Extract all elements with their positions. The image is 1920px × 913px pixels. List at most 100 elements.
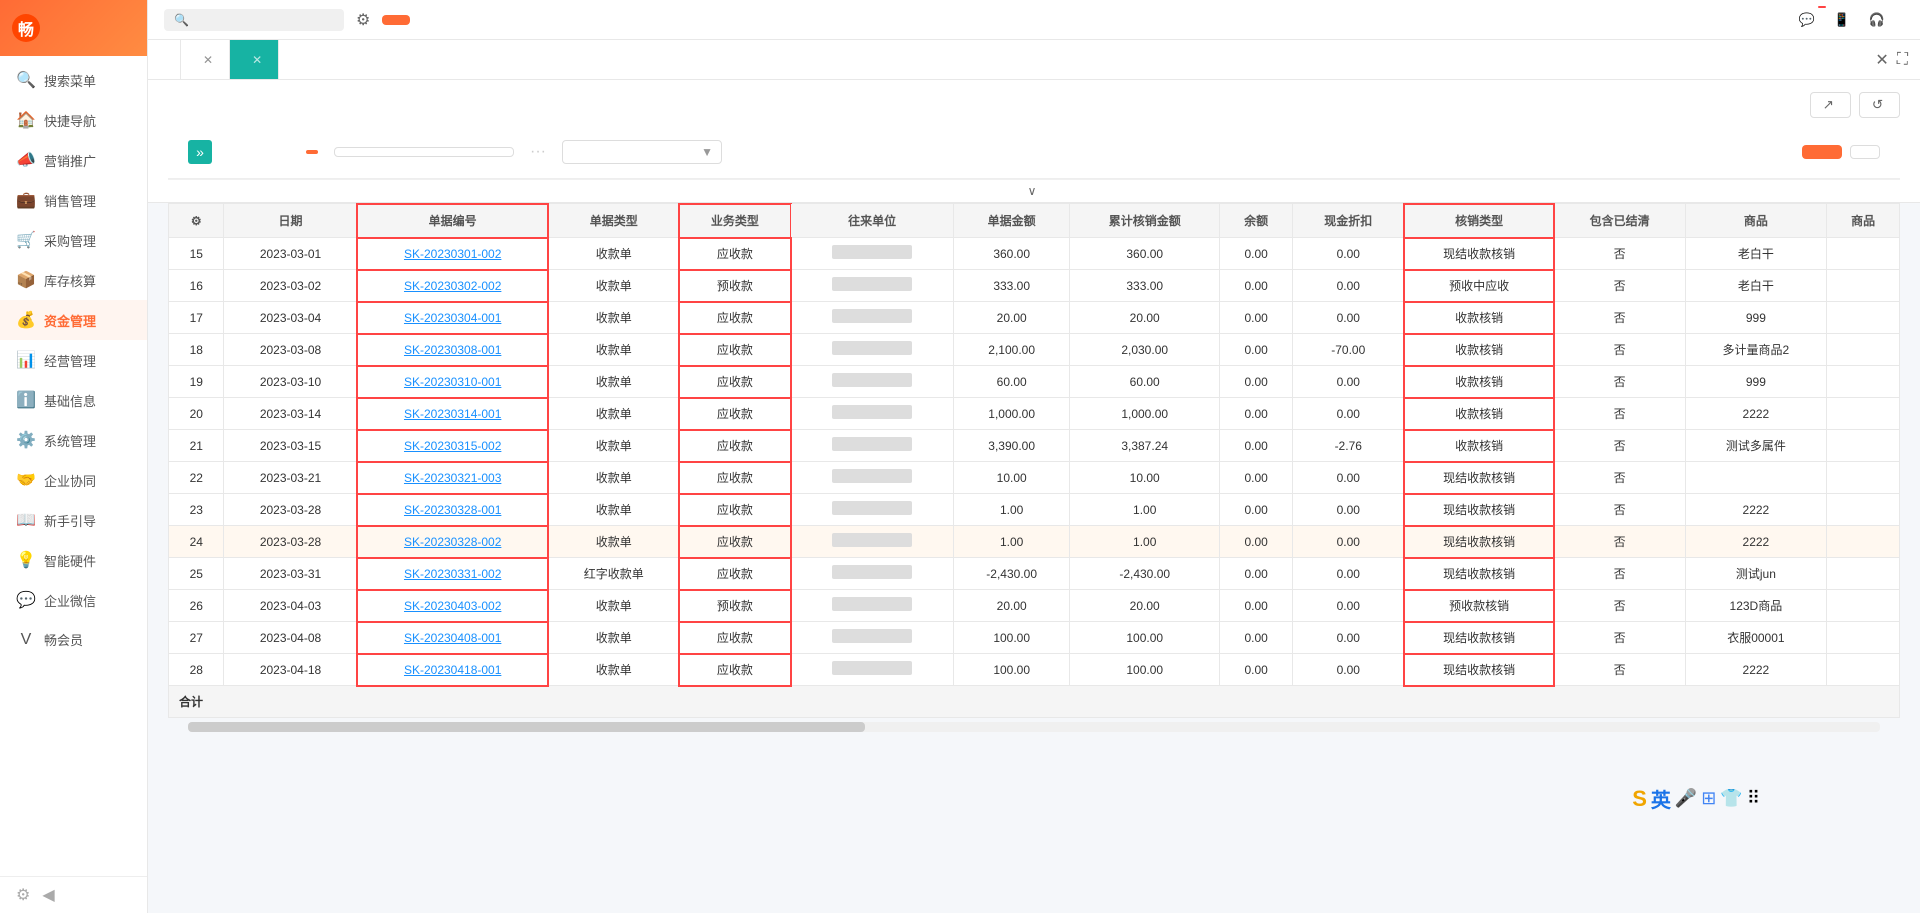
cell-balance: 0.00: [1220, 526, 1293, 558]
topbar-right: 💬 📱 🎧: [1798, 12, 1904, 28]
code-link[interactable]: SK-20230301-002: [404, 247, 501, 261]
cell-bill-type: 收款单: [548, 302, 679, 334]
sidebar-item-label: 企业微信: [44, 591, 96, 610]
filter-date-7days[interactable]: [278, 150, 286, 154]
cell-verify-type: 现结收款核销: [1404, 238, 1554, 270]
cell-include-settled: 否: [1554, 334, 1685, 366]
code-link[interactable]: SK-20230321-003: [404, 471, 501, 485]
table-row: 15 2023-03-01 SK-20230301-002 收款单 应收款 36…: [169, 238, 1900, 270]
tab-home[interactable]: [148, 40, 181, 79]
sidebar-item-inventory[interactable]: 📦库存核算: [0, 260, 147, 300]
cell-code: SK-20230302-002: [357, 270, 548, 302]
sidebar-item-purchase[interactable]: 🛒采购管理: [0, 220, 147, 260]
service-btn[interactable]: 🎧: [1869, 12, 1888, 28]
cell-bill-type: 收款单: [548, 270, 679, 302]
filter-date-more[interactable]: [292, 150, 300, 154]
code-link[interactable]: SK-20230302-002: [404, 279, 501, 293]
filter-date-custom[interactable]: [306, 150, 318, 154]
cell-code: SK-20230418-001: [357, 654, 548, 686]
cell-unit: [791, 558, 954, 590]
guide-icon: 📖: [16, 510, 36, 530]
tab-prepaid-close[interactable]: ✕: [203, 53, 213, 67]
col-settings[interactable]: ⚙: [169, 204, 224, 238]
sidebar-item-label: 采购管理: [44, 231, 96, 250]
filter-expand-arrow[interactable]: »: [188, 140, 212, 164]
collapse-icon[interactable]: ◀: [42, 885, 54, 905]
sidebar-item-basic[interactable]: ℹ️基础信息: [0, 380, 147, 420]
messages-btn[interactable]: 💬: [1798, 12, 1817, 28]
code-link[interactable]: SK-20230328-002: [404, 535, 501, 549]
cell-discount: 0.00: [1293, 270, 1404, 302]
code-link[interactable]: SK-20230310-001: [404, 375, 501, 389]
sidebar-item-marketing[interactable]: 📣营销推广: [0, 140, 147, 180]
cell-cumulative: 1,000.00: [1070, 398, 1220, 430]
filter-date-lastmonth[interactable]: [236, 150, 244, 154]
cell-product2: [1827, 622, 1900, 654]
code-link[interactable]: SK-20230408-001: [404, 631, 501, 645]
col-amount: 单据金额: [954, 204, 1070, 238]
app-download-btn[interactable]: 📱: [1834, 12, 1853, 28]
cell-no: 21: [169, 430, 224, 462]
sidebar-item-wechat[interactable]: 💬企业微信: [0, 580, 147, 620]
sidebar-item-management[interactable]: 📊经营管理: [0, 340, 147, 380]
search-input[interactable]: 🔍: [164, 9, 344, 31]
table-footer-label: 合计: [169, 686, 1900, 718]
close-tab-icon[interactable]: ✕: [1875, 50, 1888, 70]
cell-date: 2023-03-15: [224, 430, 357, 462]
sidebar-item-shortcut[interactable]: 🏠快捷导航: [0, 100, 147, 140]
cell-product2: [1827, 494, 1900, 526]
sidebar-item-system[interactable]: ⚙️系统管理: [0, 420, 147, 460]
cell-no: 22: [169, 462, 224, 494]
export-btn[interactable]: ↗: [1810, 92, 1851, 118]
filter-unit[interactable]: [334, 147, 514, 157]
cell-unit: [791, 302, 954, 334]
maximize-icon[interactable]: ⛶: [1897, 51, 1908, 69]
cell-biz-type: 应收款: [679, 366, 790, 398]
table-scrollbar[interactable]: [188, 722, 1880, 732]
sidebar-item-member[interactable]: V畅会员: [0, 620, 147, 659]
cell-no: 24: [169, 526, 224, 558]
code-link[interactable]: SK-20230403-002: [404, 599, 501, 613]
table-row: 16 2023-03-02 SK-20230302-002 收款单 预收款 33…: [169, 270, 1900, 302]
settings-btn[interactable]: [1850, 145, 1880, 159]
query-btn[interactable]: [1802, 145, 1842, 159]
tab-collection-close[interactable]: ✕: [252, 53, 262, 67]
cell-no: 25: [169, 558, 224, 590]
sidebar-item-hardware[interactable]: 💡智能硬件: [0, 540, 147, 580]
sidebar-item-finance[interactable]: 💰资金管理: [0, 300, 147, 340]
cell-include-settled: 否: [1554, 462, 1685, 494]
sidebar-item-guide[interactable]: 📖新手引导: [0, 500, 147, 540]
expand-more-btn[interactable]: ∨: [168, 179, 1900, 202]
code-link[interactable]: SK-20230314-001: [404, 407, 501, 421]
filter-date-thismonth[interactable]: [250, 150, 258, 154]
industry-btn[interactable]: [382, 15, 410, 25]
tab-collection[interactable]: ✕: [230, 40, 279, 79]
settings-gear-icon[interactable]: ⚙: [352, 10, 374, 30]
code-link[interactable]: SK-20230328-001: [404, 503, 501, 517]
code-link[interactable]: SK-20230418-001: [404, 663, 501, 677]
filter-type[interactable]: ▼: [562, 140, 722, 164]
code-link[interactable]: SK-20230308-001: [404, 343, 501, 357]
cell-discount: 0.00: [1293, 238, 1404, 270]
sidebar-item-corp[interactable]: 🤝企业协同: [0, 460, 147, 500]
table-row: 23 2023-03-28 SK-20230328-001 收款单 应收款 1.…: [169, 494, 1900, 526]
cell-balance: 0.00: [1220, 238, 1293, 270]
refresh-btn[interactable]: ↺: [1859, 92, 1900, 118]
sidebar-nav: 🔍搜索菜单🏠快捷导航📣营销推广💼销售管理🛒采购管理📦库存核算💰资金管理📊经营管理…: [0, 56, 147, 876]
sidebar-item-label: 资金管理: [44, 311, 96, 330]
cell-discount: 0.00: [1293, 590, 1404, 622]
system-icon: ⚙️: [16, 430, 36, 450]
table-area: ⚙ 日期 单据编号 单据类型 业务类型 往来单位 单据金额 累计核销金额 余额 …: [148, 203, 1920, 913]
settings-icon[interactable]: ⚙: [16, 885, 30, 905]
sidebar-item-sales[interactable]: 💼销售管理: [0, 180, 147, 220]
sidebar-item-search[interactable]: 🔍搜索菜单: [0, 60, 147, 100]
cell-verify-type: 现结收款核销: [1404, 558, 1554, 590]
code-link[interactable]: SK-20230331-002: [404, 567, 501, 581]
filter-date-thisyear[interactable]: [264, 150, 272, 154]
sidebar-item-label: 库存核算: [44, 271, 96, 290]
col-date: 日期: [224, 204, 357, 238]
cell-no: 27: [169, 622, 224, 654]
code-link[interactable]: SK-20230315-002: [404, 439, 501, 453]
tab-prepaid[interactable]: ✕: [181, 40, 230, 79]
code-link[interactable]: SK-20230304-001: [404, 311, 501, 325]
